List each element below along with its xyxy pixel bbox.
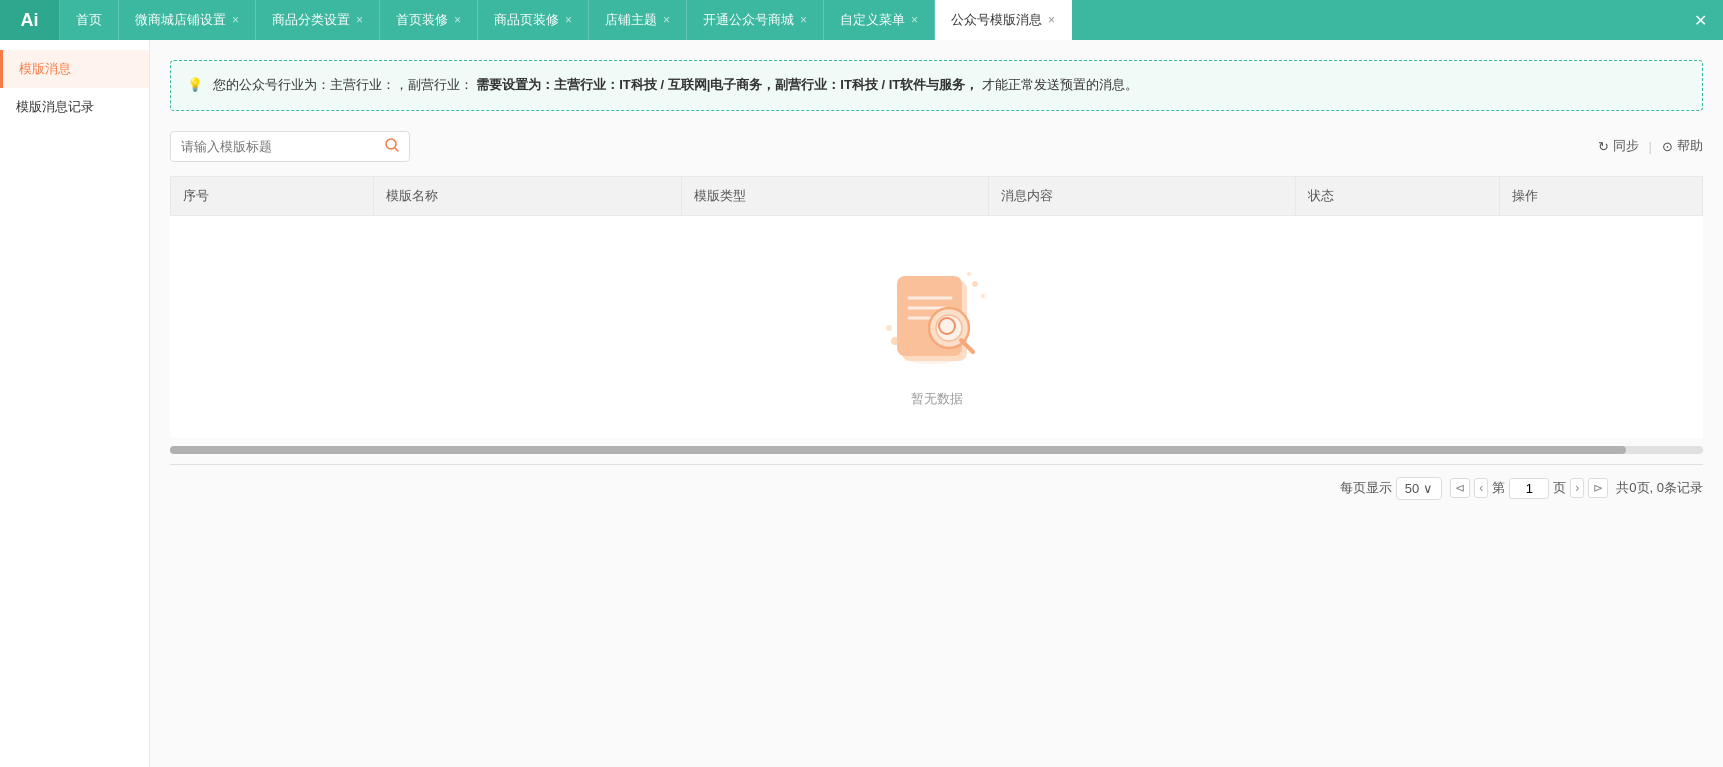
svg-line-1: [395, 147, 399, 151]
close-tab-open-mall[interactable]: ×: [800, 13, 807, 27]
page-size-label: 每页显示: [1340, 479, 1392, 497]
app-logo: Ai: [0, 0, 60, 40]
chevron-down-icon: ∨: [1423, 481, 1433, 496]
sidebar-item-template-msg-log[interactable]: 模版消息记录: [0, 88, 149, 126]
main-layout: 模版消息 模版消息记录 💡 您的公众号行业为：主营行业：，副营行业： 需要设置为…: [0, 40, 1723, 767]
empty-icon: [877, 256, 997, 376]
tab-open-mall[interactable]: 开通公众号商城 ×: [687, 0, 824, 40]
page-size-dropdown[interactable]: 50 ∨: [1396, 477, 1442, 500]
notice-icon: 💡: [187, 77, 203, 92]
tab-category-settings[interactable]: 商品分类设置 ×: [256, 0, 380, 40]
col-content: 消息内容: [988, 176, 1295, 215]
actions-divider: |: [1649, 139, 1652, 154]
help-button[interactable]: ⊙ 帮助: [1662, 137, 1703, 155]
scrollbar-thumb[interactable]: [170, 446, 1626, 454]
close-tab-shop-settings[interactable]: ×: [232, 13, 239, 27]
close-all-tabs[interactable]: ✕: [1678, 11, 1723, 30]
total-info: 共0页, 0条记录: [1616, 479, 1703, 497]
svg-point-13: [981, 294, 985, 298]
page-unit: 页: [1553, 479, 1566, 497]
search-input[interactable]: [171, 133, 375, 160]
search-actions: ↻ 同步 | ⊙ 帮助: [1598, 137, 1703, 155]
empty-text: 暂无数据: [171, 390, 1703, 408]
sync-icon: ↻: [1598, 139, 1609, 154]
notice-box: 💡 您的公众号行业为：主营行业：，副营行业： 需要设置为：主营行业：IT科技 /…: [170, 60, 1703, 111]
tab-bar: Ai 首页 微商城店铺设置 × 商品分类设置 × 首页装修 × 商品页装修 × …: [0, 0, 1723, 40]
page-input[interactable]: [1509, 478, 1549, 499]
sync-button[interactable]: ↻ 同步: [1598, 137, 1639, 155]
sidebar: 模版消息 模版消息记录: [0, 40, 150, 767]
tab-shop-theme[interactable]: 店铺主题 ×: [589, 0, 687, 40]
svg-point-15: [891, 337, 899, 345]
tab-custom-menu[interactable]: 自定义菜单 ×: [824, 0, 935, 40]
notice-suffix: 才能正常发送预置的消息。: [982, 77, 1138, 92]
close-tab-homepage-decor[interactable]: ×: [454, 13, 461, 27]
prev-page-button[interactable]: ‹: [1474, 478, 1488, 498]
search-button[interactable]: [375, 132, 409, 161]
col-type: 模版类型: [681, 176, 988, 215]
pagination-row: 每页显示 50 ∨ ⊲ ‹ 第 页 › ⊳ 共0页, 0条记录: [170, 464, 1703, 504]
notice-prefix: 您的公众号行业为：主营行业：，副营行业：: [213, 77, 473, 92]
sidebar-item-template-msg[interactable]: 模版消息: [0, 50, 149, 88]
empty-row: 暂无数据: [171, 215, 1703, 438]
col-name: 模版名称: [374, 176, 681, 215]
table-header-row: 序号 模版名称 模版类型 消息内容 状态 操作: [171, 176, 1703, 215]
tab-template-msg[interactable]: 公众号模版消息 ×: [935, 0, 1072, 40]
search-input-wrap: [170, 131, 410, 162]
svg-point-14: [967, 272, 971, 276]
page-size-value: 50: [1405, 481, 1419, 496]
page-label: 第: [1492, 479, 1505, 497]
data-table: 序号 模版名称 模版类型 消息内容 状态 操作: [170, 176, 1703, 438]
content-area: 💡 您的公众号行业为：主营行业：，副营行业： 需要设置为：主营行业：IT科技 /…: [150, 40, 1723, 767]
page-nav: ⊲ ‹ 第 页 › ⊳: [1450, 478, 1608, 499]
svg-point-12: [972, 281, 978, 287]
col-status: 状态: [1296, 176, 1499, 215]
next-page-button[interactable]: ›: [1570, 478, 1584, 498]
tab-product-page-decor[interactable]: 商品页装修 ×: [478, 0, 589, 40]
close-tab-product-page-decor[interactable]: ×: [565, 13, 572, 27]
close-tab-custom-menu[interactable]: ×: [911, 13, 918, 27]
tab-homepage-decor[interactable]: 首页装修 ×: [380, 0, 478, 40]
help-icon: ⊙: [1662, 139, 1673, 154]
last-page-button[interactable]: ⊳: [1588, 478, 1608, 498]
close-tab-category-settings[interactable]: ×: [356, 13, 363, 27]
page-size-select: 每页显示 50 ∨: [1340, 477, 1442, 500]
tab-home[interactable]: 首页: [60, 0, 119, 40]
close-tab-shop-theme[interactable]: ×: [663, 13, 670, 27]
notice-highlight: 需要设置为：主营行业：IT科技 / 互联网|电子商务，副营行业：IT科技 / I…: [476, 77, 978, 92]
empty-state: 暂无数据: [171, 216, 1703, 438]
col-seq: 序号: [171, 176, 374, 215]
svg-point-16: [886, 325, 892, 331]
close-tab-template-msg[interactable]: ×: [1048, 13, 1055, 27]
scrollbar-area[interactable]: [170, 446, 1703, 454]
search-row: ↻ 同步 | ⊙ 帮助: [170, 131, 1703, 162]
tab-shop-settings[interactable]: 微商城店铺设置 ×: [119, 0, 256, 40]
col-action: 操作: [1499, 176, 1703, 215]
first-page-button[interactable]: ⊲: [1450, 478, 1470, 498]
